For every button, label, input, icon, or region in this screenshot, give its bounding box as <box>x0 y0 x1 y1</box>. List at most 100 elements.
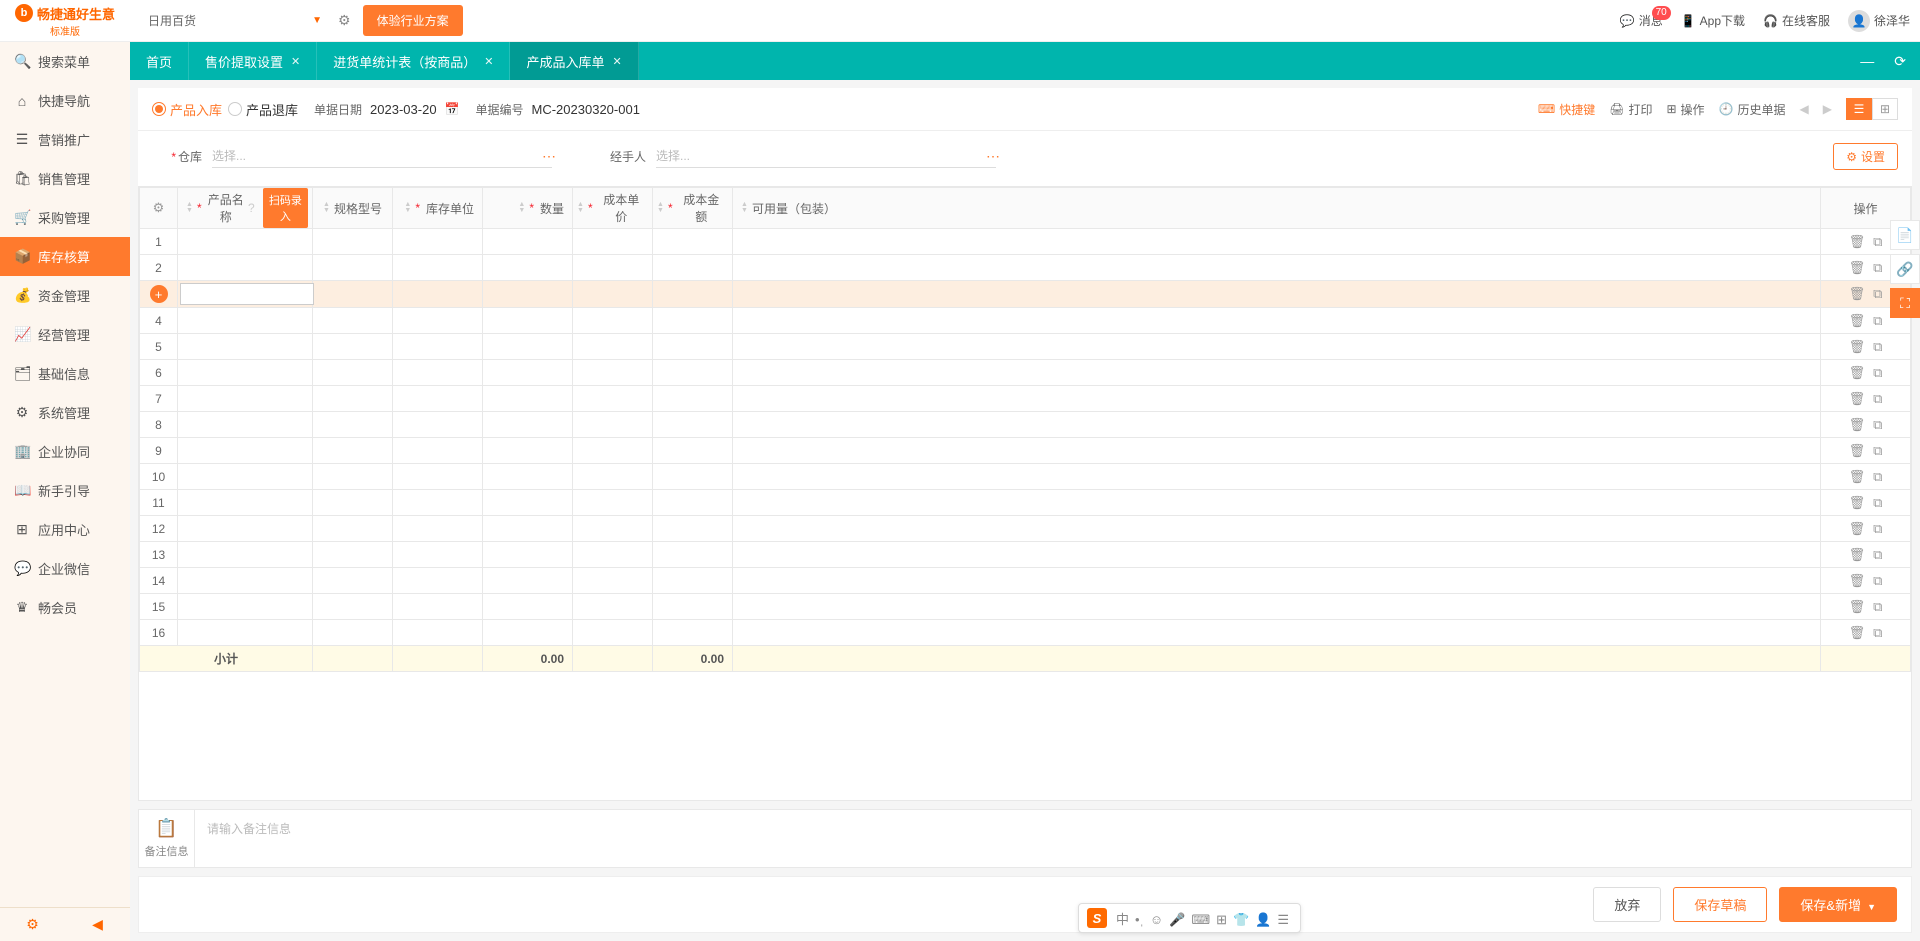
copy-row-icon[interactable]: ⧉ <box>1873 313 1882 328</box>
amount-cell[interactable] <box>653 360 733 386</box>
sidebar-item[interactable]: ♛畅会员 <box>0 588 130 627</box>
sort-icon[interactable]: ▲▼ <box>577 202 584 214</box>
radio-product-out[interactable]: 产品退库 <box>228 100 298 119</box>
qty-cell[interactable] <box>483 490 573 516</box>
price-cell[interactable] <box>573 281 653 308</box>
product-name-cell[interactable] <box>178 386 313 412</box>
table-row[interactable]: 5🗑⧉ <box>140 334 1911 360</box>
qty-cell[interactable] <box>483 620 573 646</box>
col-avail[interactable]: 可用量（包装） <box>752 200 836 217</box>
view-card-button[interactable]: ⊞ <box>1872 98 1898 120</box>
sidebar-item[interactable]: 📈经营管理 <box>0 315 130 354</box>
price-cell[interactable] <box>573 386 653 412</box>
table-row[interactable]: 9🗑⧉ <box>140 438 1911 464</box>
product-name-input[interactable] <box>180 283 314 305</box>
price-cell[interactable] <box>573 542 653 568</box>
ime-item[interactable]: 👤 <box>1255 912 1271 927</box>
category-dropdown[interactable]: 日用百货 ▼ <box>140 7 330 35</box>
unit-cell[interactable] <box>393 542 483 568</box>
sidebar-item[interactable]: ⌂快捷导航 <box>0 81 130 120</box>
qty-cell[interactable] <box>483 281 573 308</box>
sidebar-item[interactable]: 🗂基础信息 <box>0 354 130 393</box>
product-name-cell[interactable] <box>178 516 313 542</box>
product-name-cell[interactable] <box>178 620 313 646</box>
product-name-cell[interactable] <box>178 308 313 334</box>
sidebar-item[interactable]: ⊞应用中心 <box>0 510 130 549</box>
qty-cell[interactable] <box>483 334 573 360</box>
ime-item[interactable]: 中 <box>1116 912 1129 927</box>
delete-row-icon[interactable]: 🗑 <box>1849 260 1866 275</box>
price-cell[interactable] <box>573 360 653 386</box>
sidebar-item[interactable]: 🔍搜索菜单 <box>0 42 130 81</box>
delete-row-icon[interactable]: 🗑 <box>1849 365 1866 380</box>
unit-cell[interactable] <box>393 490 483 516</box>
doc-date-value[interactable]: 2023-03-20 <box>370 102 437 117</box>
delete-row-icon[interactable]: 🗑 <box>1849 417 1866 432</box>
spec-cell[interactable] <box>313 308 393 334</box>
copy-row-icon[interactable]: ⧉ <box>1873 573 1882 588</box>
sidebar-item[interactable]: ⚙系统管理 <box>0 393 130 432</box>
price-cell[interactable] <box>573 308 653 334</box>
app-download-button[interactable]: 📱 App下载 <box>1681 12 1745 29</box>
delete-row-icon[interactable]: 🗑 <box>1849 547 1866 562</box>
ime-item[interactable]: ☺ <box>1150 912 1163 927</box>
view-list-button[interactable]: ☰ <box>1846 98 1872 120</box>
unit-cell[interactable] <box>393 229 483 255</box>
sidebar-item[interactable]: 📖新手引导 <box>0 471 130 510</box>
price-cell[interactable] <box>573 464 653 490</box>
table-row[interactable]: 16🗑⧉ <box>140 620 1911 646</box>
spec-cell[interactable] <box>313 620 393 646</box>
form-settings-button[interactable]: ⚙ 设置 <box>1833 143 1898 170</box>
spec-cell[interactable] <box>313 594 393 620</box>
product-name-cell[interactable] <box>178 360 313 386</box>
sort-icon[interactable]: ▲▼ <box>518 202 525 214</box>
spec-cell[interactable] <box>313 281 393 308</box>
table-row[interactable]: 15🗑⧉ <box>140 594 1911 620</box>
table-row[interactable]: +🗑⧉ <box>140 281 1911 308</box>
tab[interactable]: 首页 <box>130 42 189 80</box>
warehouse-input[interactable] <box>212 145 552 168</box>
amount-cell[interactable] <box>653 620 733 646</box>
copy-row-icon[interactable]: ⧉ <box>1873 234 1882 249</box>
history-button[interactable]: 🕘 历史单据 <box>1719 101 1786 118</box>
price-cell[interactable] <box>573 229 653 255</box>
table-settings-icon[interactable]: ⚙ <box>153 200 165 215</box>
copy-row-icon[interactable]: ⧉ <box>1873 365 1882 380</box>
sort-icon[interactable]: ▲▼ <box>404 202 411 214</box>
spec-cell[interactable] <box>313 542 393 568</box>
unit-cell[interactable] <box>393 568 483 594</box>
calendar-icon[interactable]: 📅 <box>445 102 460 116</box>
table-row[interactable]: 2🗑⧉ <box>140 255 1911 281</box>
spec-cell[interactable] <box>313 464 393 490</box>
right-tool-link[interactable]: 🔗 <box>1890 254 1920 284</box>
amount-cell[interactable] <box>653 438 733 464</box>
unit-cell[interactable] <box>393 412 483 438</box>
copy-row-icon[interactable]: ⧉ <box>1873 521 1882 536</box>
product-name-cell[interactable] <box>178 438 313 464</box>
spec-cell[interactable] <box>313 386 393 412</box>
qty-cell[interactable] <box>483 229 573 255</box>
ime-item[interactable]: ☰ <box>1277 912 1289 927</box>
qty-cell[interactable] <box>483 464 573 490</box>
ime-item[interactable]: ⌨ <box>1191 912 1210 927</box>
remark-input[interactable] <box>195 810 1911 866</box>
sidebar-collapse-button[interactable]: ◀ <box>65 908 130 941</box>
unit-cell[interactable] <box>393 464 483 490</box>
next-doc-button[interactable]: ▶ <box>1823 102 1832 116</box>
sidebar-item[interactable]: 🛒采购管理 <box>0 198 130 237</box>
col-product-name[interactable]: 产品名称 <box>208 191 244 225</box>
price-cell[interactable] <box>573 620 653 646</box>
unit-cell[interactable] <box>393 281 483 308</box>
delete-row-icon[interactable]: 🗑 <box>1849 391 1866 406</box>
amount-cell[interactable] <box>653 308 733 334</box>
copy-row-icon[interactable]: ⧉ <box>1873 599 1882 614</box>
ime-item[interactable]: ⊞ <box>1216 912 1227 927</box>
product-name-cell[interactable] <box>178 594 313 620</box>
delete-row-icon[interactable]: 🗑 <box>1849 234 1866 249</box>
sidebar-item[interactable]: 📦库存核算 <box>0 237 130 276</box>
copy-row-icon[interactable]: ⧉ <box>1873 495 1882 510</box>
amount-cell[interactable] <box>653 490 733 516</box>
spec-cell[interactable] <box>313 490 393 516</box>
product-name-cell[interactable] <box>178 412 313 438</box>
delete-row-icon[interactable]: 🗑 <box>1849 313 1866 328</box>
